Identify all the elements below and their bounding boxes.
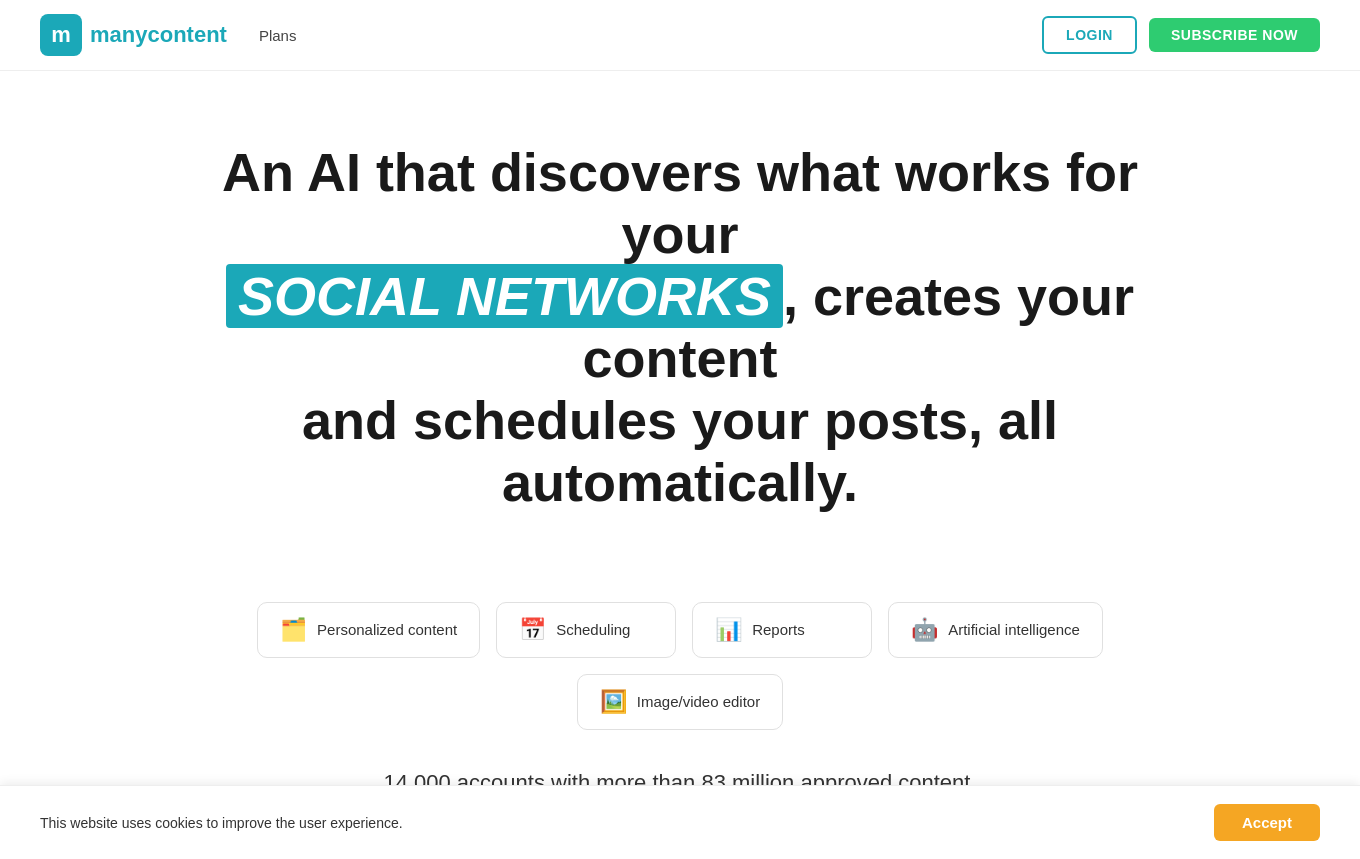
feature-reports-label: Reports [752,621,805,638]
hero-section: An AI that discovers what works for your… [130,71,1230,554]
feature-scheduling-label: Scheduling [556,621,630,638]
feature-scheduling: 📅 Scheduling [496,602,676,658]
hero-line1: An AI that discovers what works for your [222,142,1138,264]
hero-highlight: SOCIAL NETWORKS [226,264,783,328]
hero-title: An AI that discovers what works for your… [170,141,1190,514]
reports-icon: 📊 [715,617,742,643]
feature-ai-label: Artificial intelligence [948,621,1080,638]
scheduling-icon: 📅 [519,617,546,643]
cookie-banner: This website uses cookies to improve the… [0,785,1360,859]
personalized-content-icon: 🗂️ [280,617,307,643]
accept-cookie-button[interactable]: Accept [1214,804,1320,841]
login-button[interactable]: LOGIN [1042,16,1137,54]
feature-reports: 📊 Reports [692,602,872,658]
features-row: 🗂️ Personalized content 📅 Scheduling 📊 R… [130,602,1230,730]
subscribe-nav-button[interactable]: SUBSCRIBE NOW [1149,18,1320,52]
navbar-right: LOGIN SUBSCRIBE NOW [1042,16,1320,54]
nav-plans[interactable]: Plans [259,27,297,44]
feature-artificial-intelligence: 🤖 Artificial intelligence [888,602,1103,658]
logo-letter: m [51,22,71,48]
ai-icon: 🤖 [911,617,938,643]
cookie-text: This website uses cookies to improve the… [40,815,403,831]
navbar-left: m manycontent Plans [40,14,296,56]
image-video-icon: 🖼️ [600,689,627,715]
navbar: m manycontent Plans LOGIN SUBSCRIBE NOW [0,0,1360,71]
feature-image-video-label: Image/video editor [637,693,760,710]
logo[interactable]: m manycontent [40,14,227,56]
feature-image-video-editor: 🖼️ Image/video editor [577,674,783,730]
hero-line3: and schedules your posts, all automatica… [302,390,1058,512]
logo-icon: m [40,14,82,56]
logo-text: manycontent [90,22,227,48]
feature-personalized-content-label: Personalized content [317,621,457,638]
feature-personalized-content: 🗂️ Personalized content [257,602,480,658]
